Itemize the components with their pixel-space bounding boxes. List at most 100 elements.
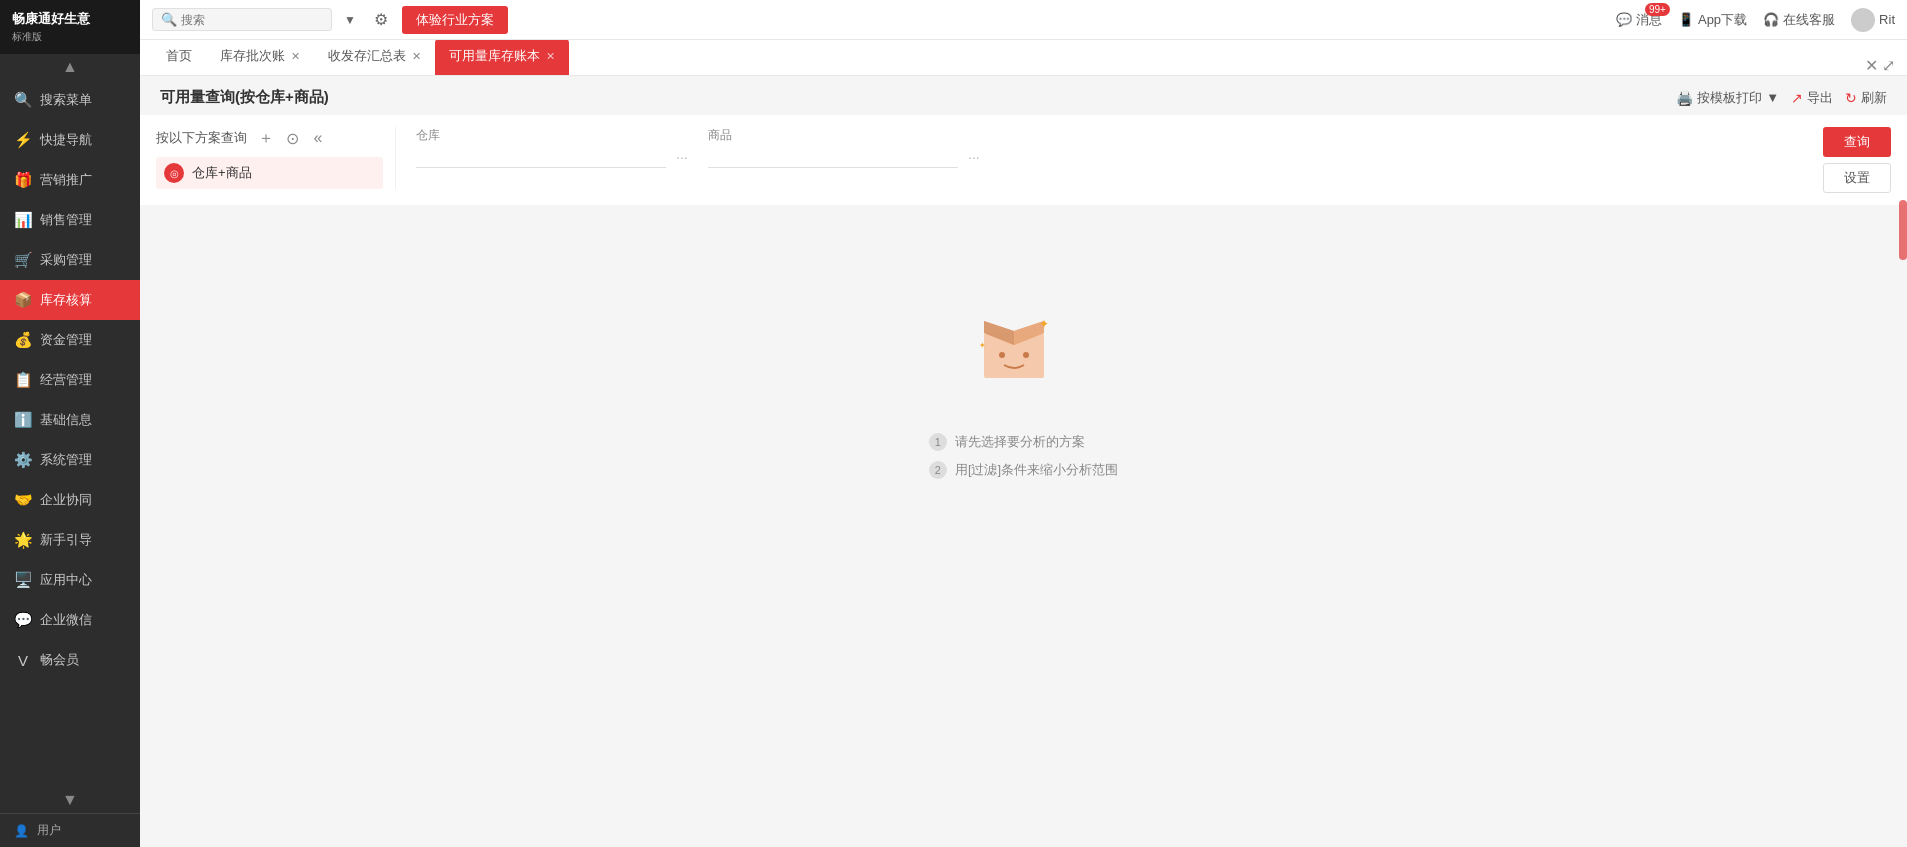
notification-badge: 99+: [1645, 3, 1670, 16]
tab-receipt_summary[interactable]: 收发存汇总表✕: [314, 40, 435, 75]
tabs-bar-right: ✕ ⤢: [1865, 56, 1895, 75]
filter-panel-label: 按以下方案查询: [156, 129, 247, 147]
mobile-icon: 📱: [1678, 12, 1694, 27]
user-profile-btn[interactable]: Rit: [1851, 8, 1895, 32]
warehouse-field: 仓库 ···: [416, 127, 696, 168]
sidebar-icon-basic: ℹ️: [14, 411, 32, 429]
print-btn[interactable]: 🖨️ 按模板打印 ▼: [1676, 89, 1779, 107]
sidebar-item-inventory[interactable]: 📦 库存核算: [0, 280, 140, 320]
topbar-gear-btn[interactable]: ⚙: [368, 8, 394, 31]
sidebar-icon-finance: 💰: [14, 331, 32, 349]
notification-btn[interactable]: 💬 消息 99+: [1616, 11, 1662, 29]
print-icon: 🖨️: [1676, 90, 1693, 106]
tab-close-batch_account[interactable]: ✕: [291, 50, 300, 63]
sidebar-icon-marketing_promo: 🎁: [14, 171, 32, 189]
sidebar-header: 畅康通好生意 标准版: [0, 0, 140, 54]
sidebar-label-purchase: 采购管理: [40, 251, 92, 269]
avatar: [1851, 8, 1875, 32]
sidebar-item-newbie[interactable]: 🌟 新手引导: [0, 520, 140, 560]
topbar-right: 💬 消息 99+ 📱 App下载 🎧 在线客服 Rit: [1616, 8, 1895, 32]
hint-text-2: 用[过滤]条件来缩小分析范围: [955, 461, 1118, 479]
sidebar-label-wechat: 企业微信: [40, 611, 92, 629]
hint-text-1: 请先选择要分析的方案: [955, 433, 1085, 451]
tab-home[interactable]: 首页: [152, 40, 206, 75]
export-icon: ↗: [1791, 90, 1803, 106]
step-badge-1: 1: [929, 433, 947, 451]
topbar-search-input[interactable]: [181, 13, 301, 27]
sidebar-item-marketing_promo[interactable]: 🎁 营销推广: [0, 160, 140, 200]
filter-schema-item[interactable]: ◎ 仓库+商品: [156, 157, 383, 189]
add-schema-btn[interactable]: ＋: [255, 127, 277, 149]
sidebar-item-basic[interactable]: ℹ️ 基础信息: [0, 400, 140, 440]
sidebar-icon-shortcut: ⚡: [14, 131, 32, 149]
tab-batch_account[interactable]: 库存批次账 ✕: [206, 40, 314, 75]
filter-settings-btn[interactable]: 设置: [1823, 163, 1891, 193]
sidebar-icon-inventory: 📦: [14, 291, 32, 309]
warehouse-input[interactable]: [416, 146, 666, 168]
sidebar-item-shortcut[interactable]: ⚡ 快捷导航: [0, 120, 140, 160]
sidebar-item-purchase[interactable]: 🛒 采购管理: [0, 240, 140, 280]
sidebar-icon-enterprise: 🤝: [14, 491, 32, 509]
topbar-dropdown-btn[interactable]: ▼: [340, 11, 360, 29]
tab-close-receipt_summary[interactable]: ✕: [412, 50, 421, 63]
page-actions: 🖨️ 按模板打印 ▼ ↗ 导出 ↻ 刷新: [1676, 89, 1887, 107]
print-label: 按模板打印: [1697, 89, 1762, 107]
warehouse-dots-btn[interactable]: ···: [672, 147, 692, 167]
sidebar-label-appcenter: 应用中心: [40, 571, 92, 589]
empty-box-svg: ✦ ✦: [964, 293, 1064, 393]
schema-icon: ◎: [164, 163, 184, 183]
industry-btn[interactable]: 体验行业方案: [402, 6, 508, 34]
sidebar-label-shortcut: 快捷导航: [40, 131, 92, 149]
sidebar-icon-sales: 📊: [14, 211, 32, 229]
settings-schema-btn[interactable]: ⊙: [281, 127, 303, 149]
tab-close-available_qty[interactable]: ✕: [546, 50, 555, 63]
sidebar-icon-appcenter: 🖥️: [14, 571, 32, 589]
collapse-btn[interactable]: «: [307, 127, 329, 149]
sidebar-item-enterprise[interactable]: 🤝 企业协同: [0, 480, 140, 520]
tab-label-batch_account: 库存批次账: [220, 47, 285, 65]
sidebar-item-finance[interactable]: 💰 资金管理: [0, 320, 140, 360]
online-service-btn[interactable]: 🎧 在线客服: [1763, 11, 1835, 29]
sidebar-item-wechat[interactable]: 💬 企业微信: [0, 600, 140, 640]
sidebar-icon-wechat: 💬: [14, 611, 32, 629]
tab-available_qty[interactable]: 可用量库存账本 ✕: [435, 40, 569, 75]
close-tab-icon[interactable]: ✕: [1865, 56, 1878, 75]
hint-line-1: 1 请先选择要分析的方案: [929, 433, 1118, 451]
topbar: 🔍 ▼ ⚙ 体验行业方案 💬 消息 99+ 📱 App下载 🎧 在线客服 Rit: [140, 0, 1907, 40]
sidebar: 畅康通好生意 标准版 ▲ 🔍 搜索菜单 ⚡ 快捷导航 🎁 营销推广 📊 销售管理…: [0, 0, 140, 847]
sidebar-item-search[interactable]: 🔍 搜索菜单: [0, 80, 140, 120]
product-dots-btn[interactable]: ···: [964, 147, 984, 167]
sidebar-icon-operation: 📋: [14, 371, 32, 389]
warehouse-label: 仓库: [416, 127, 696, 144]
tab-label-available_qty: 可用量库存账本: [449, 47, 540, 65]
sidebar-label-member: 畅会员: [40, 651, 79, 669]
scroll-indicator: [1899, 200, 1907, 260]
product-field: 商品 ···: [708, 127, 988, 168]
expand-icon[interactable]: ⤢: [1882, 56, 1895, 75]
topbar-search-box[interactable]: 🔍: [152, 8, 332, 31]
sidebar-item-appcenter[interactable]: 🖥️ 应用中心: [0, 560, 140, 600]
svg-text:✦: ✦: [979, 341, 986, 350]
export-btn[interactable]: ↗ 导出: [1791, 89, 1833, 107]
sidebar-label-enterprise: 企业协同: [40, 491, 92, 509]
app-download-btn[interactable]: 📱 App下载: [1678, 11, 1747, 29]
filter-panel: 按以下方案查询 ＋ ⊙ « ◎ 仓库+商品 仓库: [140, 115, 1907, 205]
query-btn[interactable]: 查询: [1823, 127, 1891, 157]
refresh-btn[interactable]: ↻ 刷新: [1845, 89, 1887, 107]
sidebar-label-system: 系统管理: [40, 451, 92, 469]
sidebar-label-newbie: 新手引导: [40, 531, 92, 549]
sidebar-bottom[interactable]: 👤 用户: [0, 813, 140, 847]
filter-right: 仓库 ··· 商品 ···: [396, 127, 1823, 168]
scroll-up-btn[interactable]: ▲: [0, 54, 140, 80]
product-label: 商品: [708, 127, 988, 144]
schema-label: 仓库+商品: [192, 164, 252, 182]
tabs-bar: 首页库存批次账✕收发存汇总表✕可用量库存账本✕ ✕ ⤢: [140, 40, 1907, 76]
sidebar-item-system[interactable]: ⚙️ 系统管理: [0, 440, 140, 480]
sidebar-item-sales[interactable]: 📊 销售管理: [0, 200, 140, 240]
scroll-down-btn[interactable]: ▼: [0, 787, 140, 813]
product-input[interactable]: [708, 146, 958, 168]
sidebar-item-member[interactable]: V 畅会员: [0, 640, 140, 680]
filter-right-btns: 查询 设置: [1823, 127, 1891, 193]
sidebar-item-operation[interactable]: 📋 经营管理: [0, 360, 140, 400]
sidebar-label-finance: 资金管理: [40, 331, 92, 349]
